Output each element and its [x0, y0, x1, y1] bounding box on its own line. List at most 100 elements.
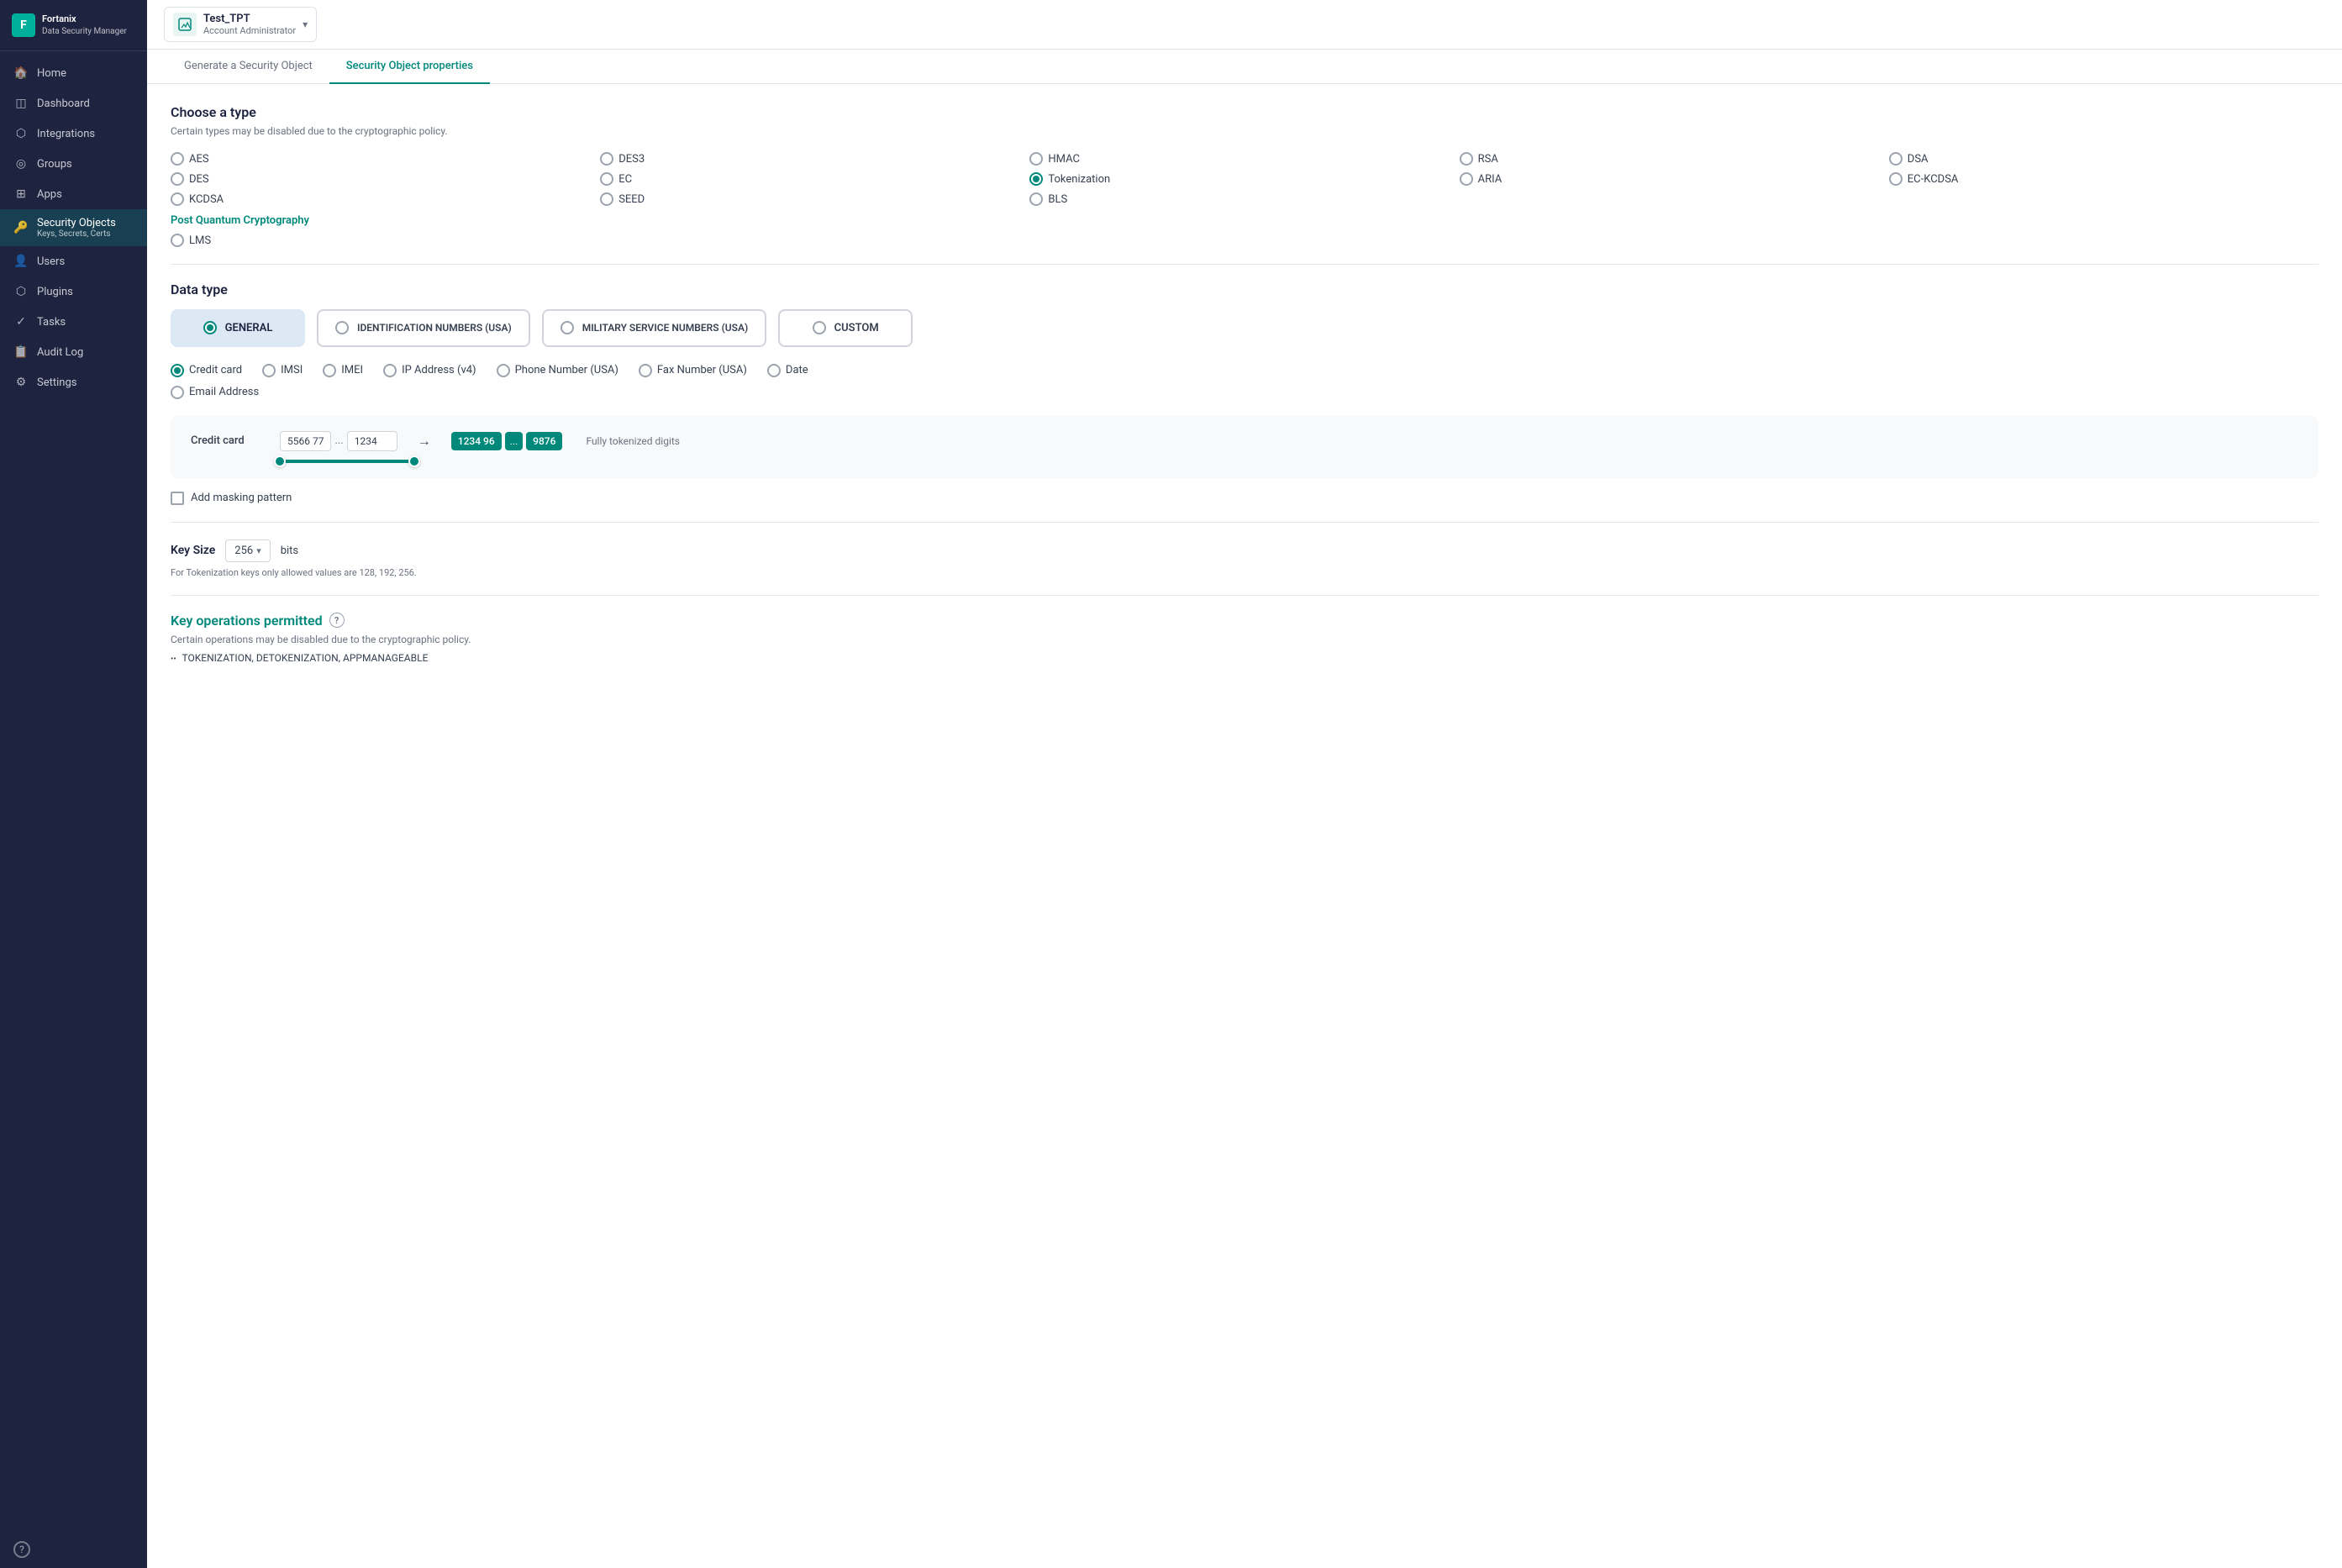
sub-radio-label-imei: IMEI	[341, 364, 363, 376]
key-size-select[interactable]: 256 ▾	[225, 539, 270, 562]
radio-credit-card	[171, 364, 184, 377]
sidebar-item-label: Home	[37, 67, 66, 80]
radio-phone-number	[497, 364, 510, 377]
type-radio-aes[interactable]: AES	[171, 152, 600, 166]
cc-slider-row	[280, 460, 2298, 463]
settings-icon: ⚙	[13, 375, 29, 390]
type-label-ec-kcdsa: EC-KCDSA	[1908, 173, 1959, 186]
sidebar-item-security-objects[interactable]: 🔑 Security Objects Keys, Secrets, Certs	[0, 209, 147, 246]
type-label-seed: SEED	[618, 193, 645, 206]
type-label-hmac: HMAC	[1048, 153, 1080, 166]
cc-slider-thumb-right[interactable]	[408, 455, 420, 467]
tab-generate[interactable]: Generate a Security Object	[167, 50, 329, 84]
key-size-row: Key Size 256 ▾ bits	[171, 539, 2318, 562]
key-ops-help-icon[interactable]: ?	[329, 613, 345, 628]
sub-radio-fax-number[interactable]: Fax Number (USA)	[639, 364, 747, 377]
type-radio-aria[interactable]: ARIA	[1460, 172, 1889, 186]
radio-circle-seed	[600, 192, 613, 206]
sub-radio-credit-card[interactable]: Credit card	[171, 364, 242, 377]
account-selector[interactable]: Test_TPT Account Administrator ▾	[164, 7, 317, 42]
cc-input-box-2: 1234	[347, 431, 397, 451]
sub-radio-ip-address[interactable]: IP Address (v4)	[383, 364, 476, 377]
divider-2	[171, 522, 2318, 523]
key-size-unit: bits	[281, 545, 298, 557]
type-radio-kcdsa[interactable]: KCDSA	[171, 192, 600, 206]
data-type-label-general: GENERAL	[225, 322, 273, 334]
radio-identification	[335, 321, 349, 334]
sidebar-item-label: Tasks	[37, 316, 66, 329]
key-size-hint: For Tokenization keys only allowed value…	[171, 567, 2318, 578]
cc-token-box-2: 9876	[526, 432, 562, 450]
type-radio-ec-kcdsa[interactable]: EC-KCDSA	[1889, 172, 2318, 186]
sidebar-item-apps[interactable]: ⊞ Apps	[0, 179, 147, 209]
sidebar-item-users[interactable]: 👤 Users	[0, 246, 147, 276]
sidebar-item-plugins[interactable]: ⬡ Plugins	[0, 276, 147, 307]
radio-circle-kcdsa	[171, 192, 184, 206]
radio-military	[561, 321, 574, 334]
type-label-aes: AES	[189, 153, 209, 166]
account-info: Test_TPT Account Administrator	[203, 13, 296, 36]
radio-circle-des3	[600, 152, 613, 166]
type-label-bls: BLS	[1048, 193, 1067, 206]
radio-ip-address	[383, 364, 397, 377]
sidebar-item-groups[interactable]: ◎ Groups	[0, 149, 147, 179]
sub-radio-imei[interactable]: IMEI	[323, 364, 363, 377]
account-icon	[173, 13, 197, 36]
users-icon: 👤	[13, 254, 29, 269]
type-radio-hmac[interactable]: HMAC	[1029, 152, 1459, 166]
radio-circle-tokenization	[1029, 172, 1043, 186]
type-radio-rsa[interactable]: RSA	[1460, 152, 1889, 166]
sidebar-help[interactable]: ?	[0, 1531, 147, 1568]
radio-email	[171, 386, 184, 399]
sidebar-item-tasks[interactable]: ✓ Tasks	[0, 307, 147, 337]
data-type-card-identification[interactable]: IDENTIFICATION NUMBERS (USA)	[317, 309, 530, 347]
cc-slider-track[interactable]	[280, 460, 414, 463]
tab-properties[interactable]: Security Object properties	[329, 50, 490, 84]
type-radio-ec[interactable]: EC	[600, 172, 1029, 186]
audit-log-icon: 📋	[13, 345, 29, 360]
type-radio-dsa[interactable]: DSA	[1889, 152, 2318, 166]
data-type-card-general[interactable]: GENERAL	[171, 309, 305, 347]
sub-radio-date[interactable]: Date	[767, 364, 808, 377]
key-ops-dots-icon: ••	[171, 655, 176, 664]
sub-radio-phone-number[interactable]: Phone Number (USA)	[497, 364, 618, 377]
radio-circle-dsa	[1889, 152, 1903, 166]
type-radio-tokenization[interactable]: Tokenization	[1029, 172, 1459, 186]
type-radio-lms[interactable]: LMS	[171, 234, 2318, 247]
sidebar-item-home[interactable]: 🏠 Home	[0, 58, 147, 88]
sidebar-item-security-objects-text: Security Objects Keys, Secrets, Certs	[37, 217, 116, 239]
radio-custom	[813, 321, 826, 334]
key-size-chevron-icon: ▾	[256, 545, 261, 556]
fortanix-logo-icon: F	[12, 13, 35, 37]
type-radio-bls[interactable]: BLS	[1029, 192, 1459, 206]
cc-slider-thumb-left[interactable]	[274, 455, 286, 467]
sidebar-item-dashboard[interactable]: ◫ Dashboard	[0, 88, 147, 118]
sidebar-item-integrations[interactable]: ⬡ Integrations	[0, 118, 147, 149]
type-radio-grid: AES DES3 HMAC RSA DSA	[171, 152, 2318, 206]
main-wrapper: Test_TPT Account Administrator ▾ Generat…	[147, 0, 2342, 1568]
sidebar-item-settings[interactable]: ⚙ Settings	[0, 367, 147, 397]
radio-circle-aria	[1460, 172, 1473, 186]
cc-preview-row: Credit card 5566 77 ... 1234 → 1234 96 .…	[191, 431, 2298, 451]
topbar: Test_TPT Account Administrator ▾	[147, 0, 2342, 50]
sidebar-nav: 🏠 Home ◫ Dashboard ⬡ Integrations ◎ Grou…	[0, 51, 147, 1531]
data-type-card-military[interactable]: MILITARY SERVICE NUMBERS (USA)	[542, 309, 766, 347]
sidebar-item-label: Settings	[37, 376, 76, 389]
sidebar-item-audit-log[interactable]: 📋 Audit Log	[0, 337, 147, 367]
type-radio-seed[interactable]: SEED	[600, 192, 1029, 206]
groups-icon: ◎	[13, 156, 29, 171]
type-radio-des[interactable]: DES	[171, 172, 600, 186]
sidebar: F Fortanix Data Security Manager 🏠 Home …	[0, 0, 147, 1568]
data-type-card-custom[interactable]: CUSTOM	[778, 309, 913, 347]
masking-pattern-checkbox[interactable]	[171, 492, 184, 505]
sub-radio-label-date: Date	[786, 364, 808, 376]
sidebar-logo-text: Fortanix Data Security Manager	[42, 13, 127, 36]
sub-radio-email[interactable]: Email Address	[171, 386, 2318, 399]
key-ops-title-text: Key operations permitted	[171, 613, 323, 629]
sidebar-item-label: Security Objects	[37, 217, 116, 229]
sub-radio-imsi[interactable]: IMSI	[262, 364, 303, 377]
radio-general	[203, 321, 217, 334]
type-radio-des3[interactable]: DES3	[600, 152, 1029, 166]
tabs-row: Generate a Security Object Security Obje…	[147, 50, 2342, 84]
data-type-cards: GENERAL IDENTIFICATION NUMBERS (USA) MIL…	[171, 309, 2318, 347]
